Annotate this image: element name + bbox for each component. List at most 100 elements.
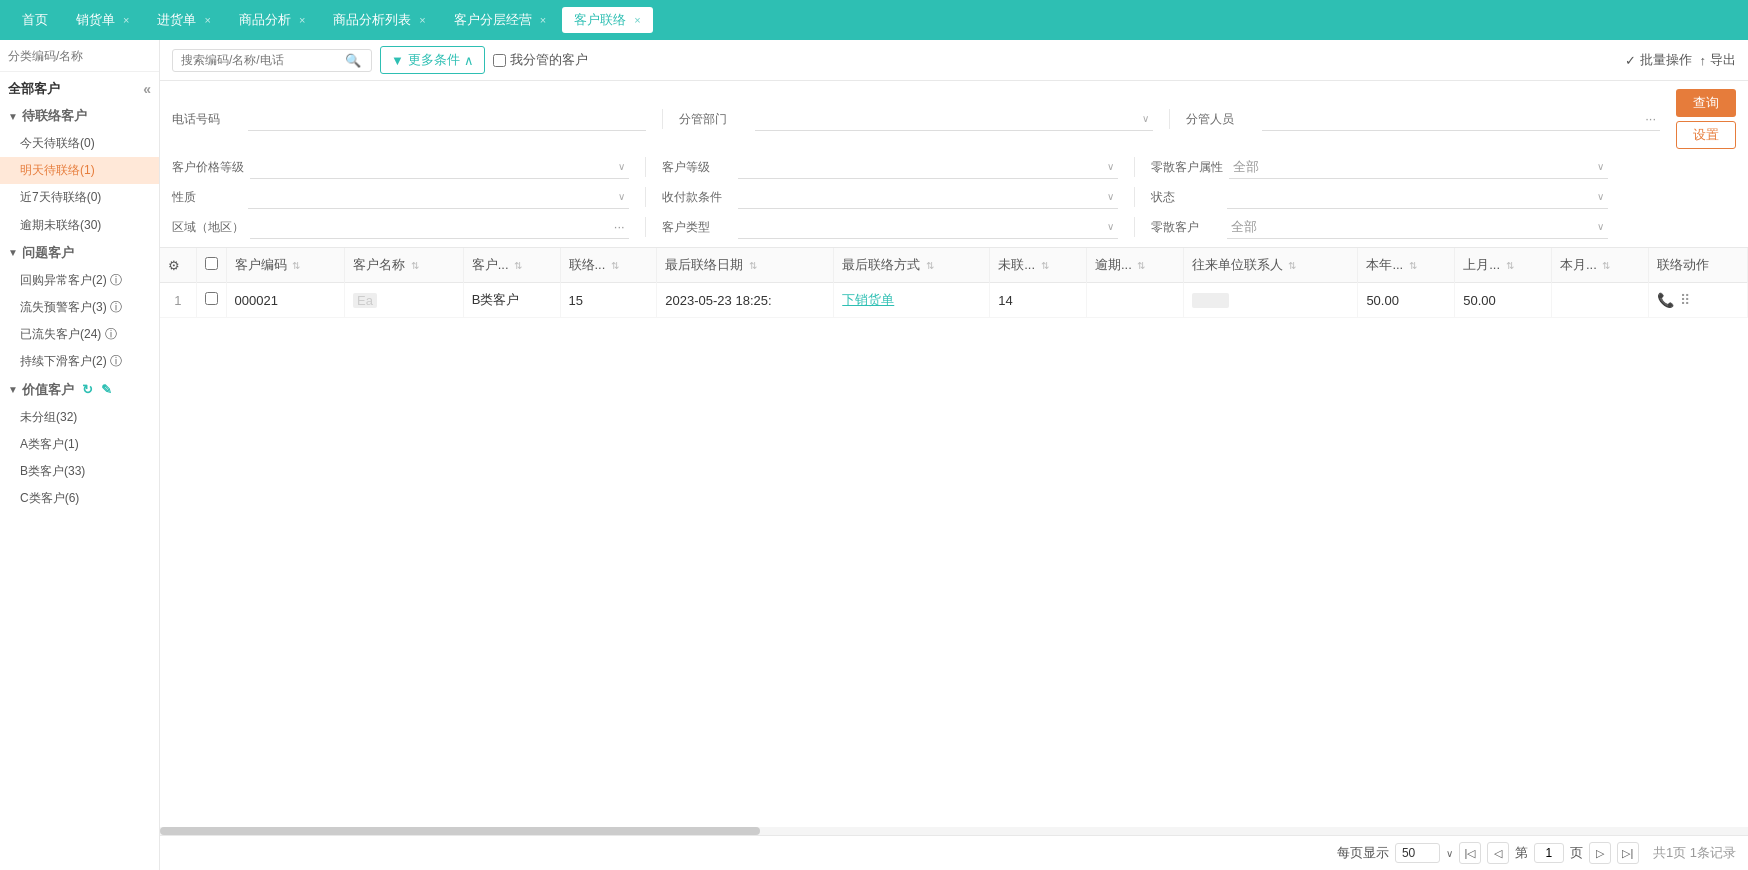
col-contacts[interactable]: 联络... ⇅ <box>560 248 657 283</box>
close-icon[interactable]: × <box>419 14 425 26</box>
chevron-down-icon: ∨ <box>1597 191 1604 202</box>
col-name[interactable]: 客户名称 ⇅ <box>345 248 464 283</box>
reset-btn[interactable]: 设置 <box>1676 121 1736 149</box>
nav-purchase-order[interactable]: 进货单 × <box>145 7 222 33</box>
row-name[interactable]: Ea <box>345 283 464 318</box>
sidebar: 🔍 全部客户 « ▼ 待联络客户 今天待联络(0) 明天待联络(1) 近7天待联… <box>0 40 160 870</box>
col-this-month[interactable]: 本月... ⇅ <box>1552 248 1649 283</box>
nav-product-analysis[interactable]: 商品分析 × <box>227 7 317 33</box>
col-checkbox[interactable] <box>196 248 226 283</box>
settings-icon[interactable]: ⚙ <box>168 258 180 273</box>
scatter-customer-select[interactable]: 全部 ∨ <box>1227 215 1608 239</box>
page-size-select[interactable]: 50 100 200 <box>1395 843 1440 863</box>
sidebar-item-overdue-contact[interactable]: 逾期未联络(30) <box>0 212 159 239</box>
filter-scatter-attr: 零散客户属性 全部 ∨ <box>1151 155 1608 179</box>
sidebar-item-class-b[interactable]: B类客户(33) <box>0 458 159 485</box>
nav-home[interactable]: 首页 <box>10 7 60 33</box>
col-this-year[interactable]: 本年... ⇅ <box>1358 248 1455 283</box>
row-checkbox[interactable] <box>196 283 226 318</box>
sidebar-item-class-a[interactable]: A类客户(1) <box>0 431 159 458</box>
scrollbar-thumb[interactable] <box>160 827 760 835</box>
search-input[interactable] <box>181 53 341 67</box>
prev-page-btn[interactable]: ◁ <box>1487 842 1509 864</box>
select-all-checkbox[interactable] <box>205 257 218 270</box>
close-icon[interactable]: × <box>123 14 129 26</box>
toolbar-right: ✓ 批量操作 ↑ 导出 <box>1625 51 1737 69</box>
sidebar-search-input[interactable] <box>8 49 158 63</box>
nav-product-analysis-list[interactable]: 商品分析列表 × <box>321 7 437 33</box>
sidebar-search: 🔍 <box>0 40 159 72</box>
filter-price-level: 客户价格等级 ∨ <box>172 155 629 179</box>
batch-operate-btn[interactable]: ✓ 批量操作 <box>1625 51 1692 69</box>
close-icon[interactable]: × <box>204 14 210 26</box>
sidebar-item-tomorrow-contact[interactable]: 明天待联络(1) <box>0 157 159 184</box>
last-page-btn[interactable]: ▷| <box>1617 842 1639 864</box>
content-area: 🔍 ▼ 更多条件 ∧ 我分管的客户 ✓ 批量操作 ↑ 导出 <box>160 40 1748 870</box>
next-page-btn[interactable]: ▷ <box>1589 842 1611 864</box>
customer-type-select[interactable]: ∨ <box>738 215 1119 239</box>
edit-icon[interactable]: ✎ <box>101 382 112 397</box>
page-number-input[interactable] <box>1534 843 1564 863</box>
col-last-month[interactable]: 上月... ⇅ <box>1455 248 1552 283</box>
price-level-select[interactable]: ∨ <box>250 155 629 179</box>
col-last-contact-date[interactable]: 最后联络日期 ⇅ <box>657 248 834 283</box>
check-icon: ✓ <box>1625 53 1636 68</box>
col-contact-person[interactable]: 往来单位联系人 ⇅ <box>1183 248 1358 283</box>
filter-person: 分管人员 ··· <box>1186 107 1660 131</box>
sidebar-item-abnormal-repurchase[interactable]: 回购异常客户(2) ⓘ <box>0 267 159 294</box>
customer-level-select[interactable]: ∨ <box>738 155 1119 179</box>
query-btn[interactable]: 查询 <box>1676 89 1736 117</box>
col-last-contact-method[interactable]: 最后联络方式 ⇅ <box>834 248 990 283</box>
table-area: ⚙ 客户编码 ⇅ 客户名称 ⇅ 客户... ⇅ 联络... ⇅ 最后联络日期 ⇅… <box>160 248 1748 827</box>
refresh-icon[interactable]: ↻ <box>82 382 93 397</box>
collapse-icon[interactable]: « <box>143 81 151 97</box>
divider <box>662 109 663 129</box>
close-icon[interactable]: × <box>299 14 305 26</box>
filter-more-btn[interactable]: ▼ 更多条件 ∧ <box>380 46 485 74</box>
phone-input[interactable] <box>248 107 646 131</box>
sidebar-item-churned[interactable]: 已流失客户(24) ⓘ <box>0 321 159 348</box>
nav-sales-order[interactable]: 销货单 × <box>64 7 141 33</box>
chevron-down-icon: ∨ <box>1107 191 1114 202</box>
col-overdue[interactable]: 逾期... ⇅ <box>1086 248 1183 283</box>
sidebar-item-7day-contact[interactable]: 近7天待联络(0) <box>0 184 159 211</box>
my-customers-checkbox[interactable]: 我分管的客户 <box>493 51 588 69</box>
my-customers-input[interactable] <box>493 54 506 67</box>
close-icon[interactable]: × <box>540 14 546 26</box>
person-select[interactable]: ··· <box>1262 107 1660 131</box>
filter-phone: 电话号码 <box>172 107 646 131</box>
status-select[interactable]: ∨ <box>1227 185 1608 209</box>
nav-customer-segment[interactable]: 客户分层经营 × <box>442 7 558 33</box>
close-icon[interactable]: × <box>634 14 640 26</box>
sidebar-item-class-c[interactable]: C类客户(6) <box>0 485 159 512</box>
scatter-attr-select[interactable]: 全部 ∨ <box>1229 155 1608 179</box>
nature-select[interactable]: ∨ <box>248 185 629 209</box>
sidebar-item-unclassified[interactable]: 未分组(32) <box>0 404 159 431</box>
first-page-btn[interactable]: |◁ <box>1459 842 1481 864</box>
search-icon[interactable]: 🔍 <box>345 53 361 68</box>
phone-icon[interactable]: 📞 <box>1657 292 1674 308</box>
chevron-down-icon: ∨ <box>1142 113 1149 124</box>
sidebar-item-today-contact[interactable]: 今天待联络(0) <box>0 130 159 157</box>
col-type[interactable]: 客户... ⇅ <box>463 248 560 283</box>
sidebar-item-declining[interactable]: 持续下滑客户(2) ⓘ <box>0 348 159 375</box>
export-btn[interactable]: ↑ 导出 <box>1700 51 1737 69</box>
sidebar-item-churn-warning[interactable]: 流失预警客户(3) ⓘ <box>0 294 159 321</box>
col-uncontacted[interactable]: 未联... ⇅ <box>990 248 1087 283</box>
nav-customer-contact[interactable]: 客户联络 × <box>562 7 652 33</box>
grid-icon[interactable]: ⠿ <box>1680 292 1690 308</box>
row-last-month: 50.00 <box>1455 283 1552 318</box>
row-type: B类客户 <box>463 283 560 318</box>
col-settings[interactable]: ⚙ <box>160 248 196 283</box>
toolbar: 🔍 ▼ 更多条件 ∧ 我分管的客户 ✓ 批量操作 ↑ 导出 <box>160 40 1748 81</box>
payment-terms-select[interactable]: ∨ <box>738 185 1119 209</box>
col-code[interactable]: 客户编码 ⇅ <box>226 248 345 283</box>
divider <box>645 157 646 177</box>
search-wrap: 🔍 <box>172 49 372 72</box>
scrollbar-area[interactable] <box>160 827 1748 835</box>
pagination: 每页显示 50 100 200 ∨ |◁ ◁ 第 页 ▷ ▷| 共1页 1条记录 <box>160 835 1748 870</box>
region-select[interactable]: ··· <box>250 215 629 239</box>
row-last-contact-date: 2023-05-23 18:25: <box>657 283 834 318</box>
row-last-contact-method[interactable]: 下销货单 <box>834 283 990 318</box>
dept-select[interactable]: ∨ <box>755 107 1153 131</box>
